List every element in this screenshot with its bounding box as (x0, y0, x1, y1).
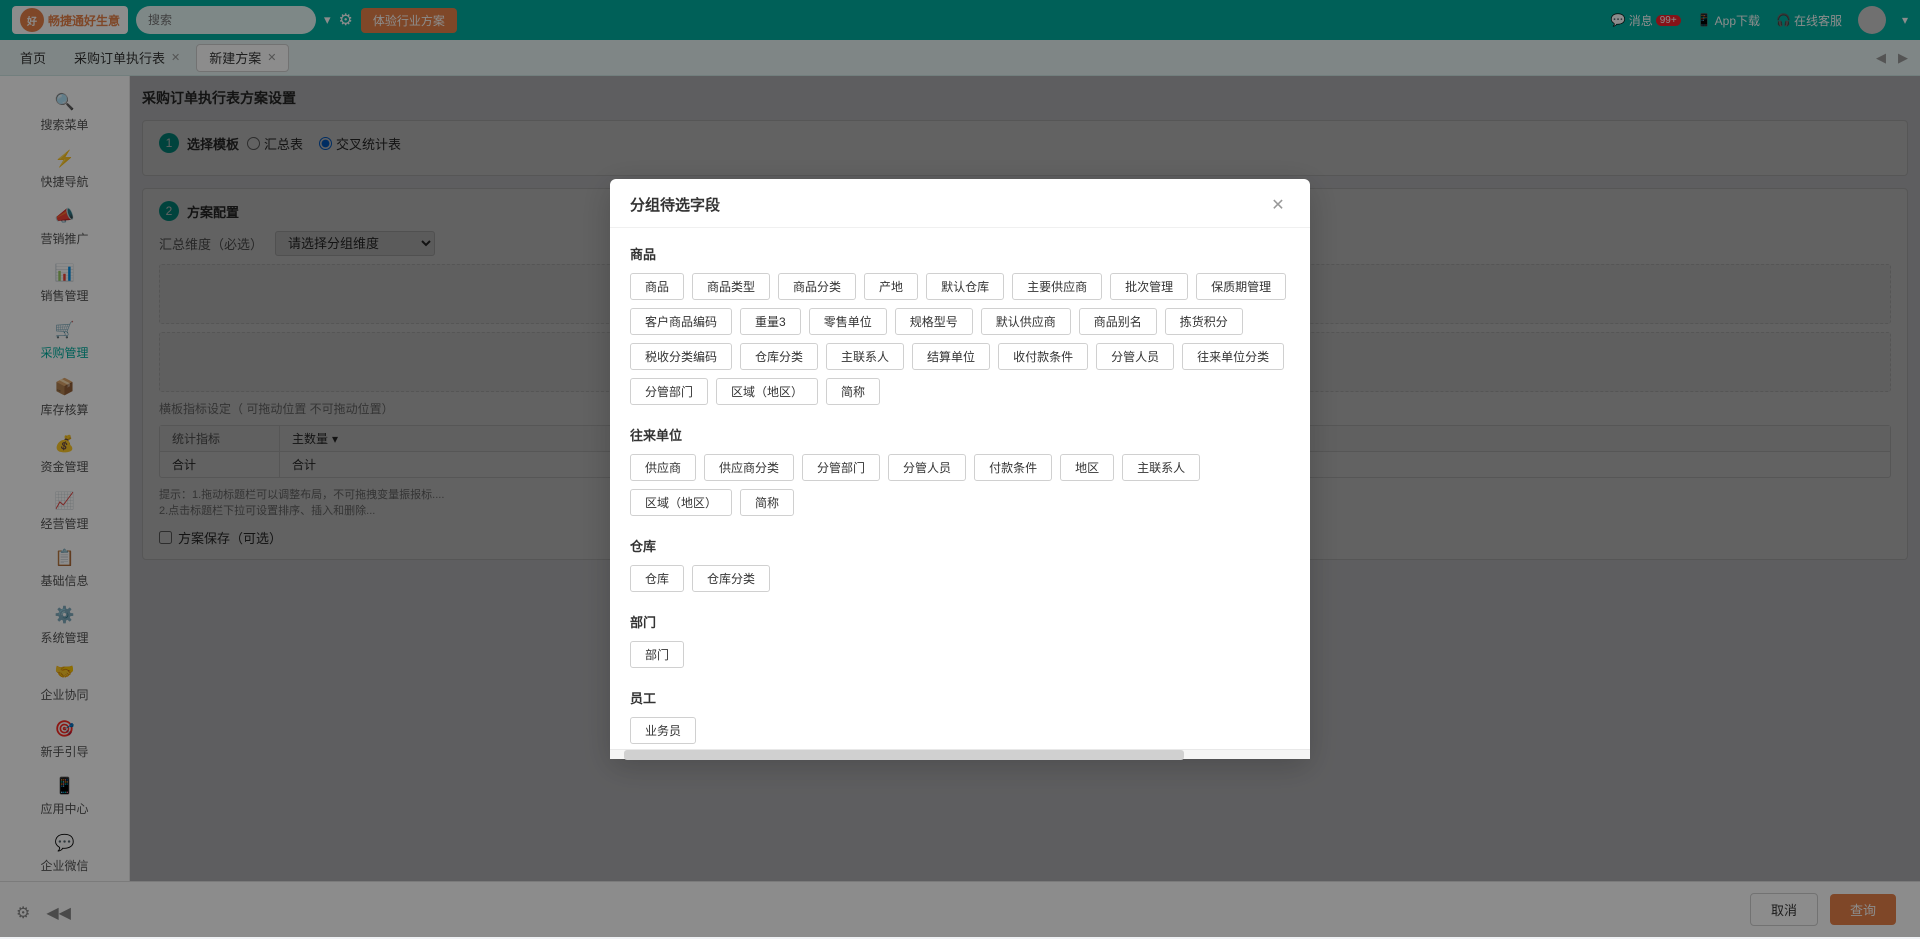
field-customer-code[interactable]: 客户商品编码 (630, 308, 732, 335)
section-counterpart: 往来单位 供应商 供应商分类 分管部门 分管人员 付款条件 地区 主联系人 区域… (630, 425, 1290, 516)
field-warehouse-cat[interactable]: 仓库分类 (692, 565, 770, 592)
field-region-product[interactable]: 区域（地区） (716, 378, 818, 405)
field-main-contact-counterpart[interactable]: 主联系人 (1122, 454, 1200, 481)
section-product-fields: 商品 商品类型 商品分类 产地 默认仓库 主要供应商 批次管理 保质期管理 客户… (630, 273, 1290, 405)
section-employee-fields: 业务员 (630, 717, 1290, 744)
field-origin[interactable]: 产地 (864, 273, 918, 300)
field-tax-code[interactable]: 税收分类编码 (630, 343, 732, 370)
field-main-contact[interactable]: 主联系人 (826, 343, 904, 370)
field-department[interactable]: 部门 (630, 641, 684, 668)
field-weight[interactable]: 重量3 (740, 308, 801, 335)
field-batch-mgmt[interactable]: 批次管理 (1110, 273, 1188, 300)
section-department-fields: 部门 (630, 641, 1290, 668)
field-settlement-unit[interactable]: 结算单位 (912, 343, 990, 370)
field-default-supplier[interactable]: 默认供应商 (981, 308, 1071, 335)
field-product-type[interactable]: 商品类型 (692, 273, 770, 300)
modal-hscroll-thumb (624, 750, 1184, 760)
field-partner-category[interactable]: 往来单位分类 (1182, 343, 1284, 370)
field-pick-points[interactable]: 拣货积分 (1165, 308, 1243, 335)
field-mgr-person[interactable]: 分管人员 (1096, 343, 1174, 370)
section-counterpart-fields: 供应商 供应商分类 分管部门 分管人员 付款条件 地区 主联系人 区域（地区） … (630, 454, 1290, 516)
section-employee: 员工 业务员 (630, 688, 1290, 744)
field-product[interactable]: 商品 (630, 273, 684, 300)
modal-close-button[interactable]: ✕ (1266, 193, 1290, 217)
modal-backdrop: 分组待选字段 ✕ 商品 商品 商品类型 商品分类 产地 默认仓库 主要供应商 批… (0, 0, 1920, 937)
field-abbr-product[interactable]: 简称 (826, 378, 880, 405)
field-shelf-life[interactable]: 保质期管理 (1196, 273, 1286, 300)
section-employee-title: 员工 (630, 688, 1290, 707)
section-department-title: 部门 (630, 612, 1290, 631)
section-warehouse: 仓库 仓库 仓库分类 (630, 536, 1290, 592)
field-supplier-category[interactable]: 供应商分类 (704, 454, 794, 481)
field-default-warehouse[interactable]: 默认仓库 (926, 273, 1004, 300)
modal-title: 分组待选字段 (630, 194, 720, 215)
field-warehouse-category[interactable]: 仓库分类 (740, 343, 818, 370)
field-main-supplier[interactable]: 主要供应商 (1012, 273, 1102, 300)
field-product-alias[interactable]: 商品别名 (1079, 308, 1157, 335)
modal-hscroll[interactable] (610, 749, 1310, 759)
field-payment-cond[interactable]: 付款条件 (974, 454, 1052, 481)
field-region-counterpart[interactable]: 区域（地区） (630, 489, 732, 516)
section-warehouse-title: 仓库 (630, 536, 1290, 555)
field-select-modal: 分组待选字段 ✕ 商品 商品 商品类型 商品分类 产地 默认仓库 主要供应商 批… (610, 179, 1310, 759)
section-product-title: 商品 (630, 244, 1290, 263)
field-warehouse[interactable]: 仓库 (630, 565, 684, 592)
modal-body[interactable]: 商品 商品 商品类型 商品分类 产地 默认仓库 主要供应商 批次管理 保质期管理… (610, 228, 1310, 749)
field-abbr-counterpart[interactable]: 简称 (740, 489, 794, 516)
section-product: 商品 商品 商品类型 商品分类 产地 默认仓库 主要供应商 批次管理 保质期管理… (630, 244, 1290, 405)
field-retail-unit[interactable]: 零售单位 (809, 308, 887, 335)
field-salesperson[interactable]: 业务员 (630, 717, 696, 744)
field-supplier[interactable]: 供应商 (630, 454, 696, 481)
field-dept-counterpart[interactable]: 分管部门 (802, 454, 880, 481)
field-payment-terms[interactable]: 收付款条件 (998, 343, 1088, 370)
modal-header: 分组待选字段 ✕ (610, 179, 1310, 228)
section-counterpart-title: 往来单位 (630, 425, 1290, 444)
field-mgr-dept[interactable]: 分管部门 (630, 378, 708, 405)
field-product-category[interactable]: 商品分类 (778, 273, 856, 300)
field-spec-model[interactable]: 规格型号 (895, 308, 973, 335)
field-person-counterpart[interactable]: 分管人员 (888, 454, 966, 481)
section-warehouse-fields: 仓库 仓库分类 (630, 565, 1290, 592)
field-area[interactable]: 地区 (1060, 454, 1114, 481)
section-department: 部门 部门 (630, 612, 1290, 668)
